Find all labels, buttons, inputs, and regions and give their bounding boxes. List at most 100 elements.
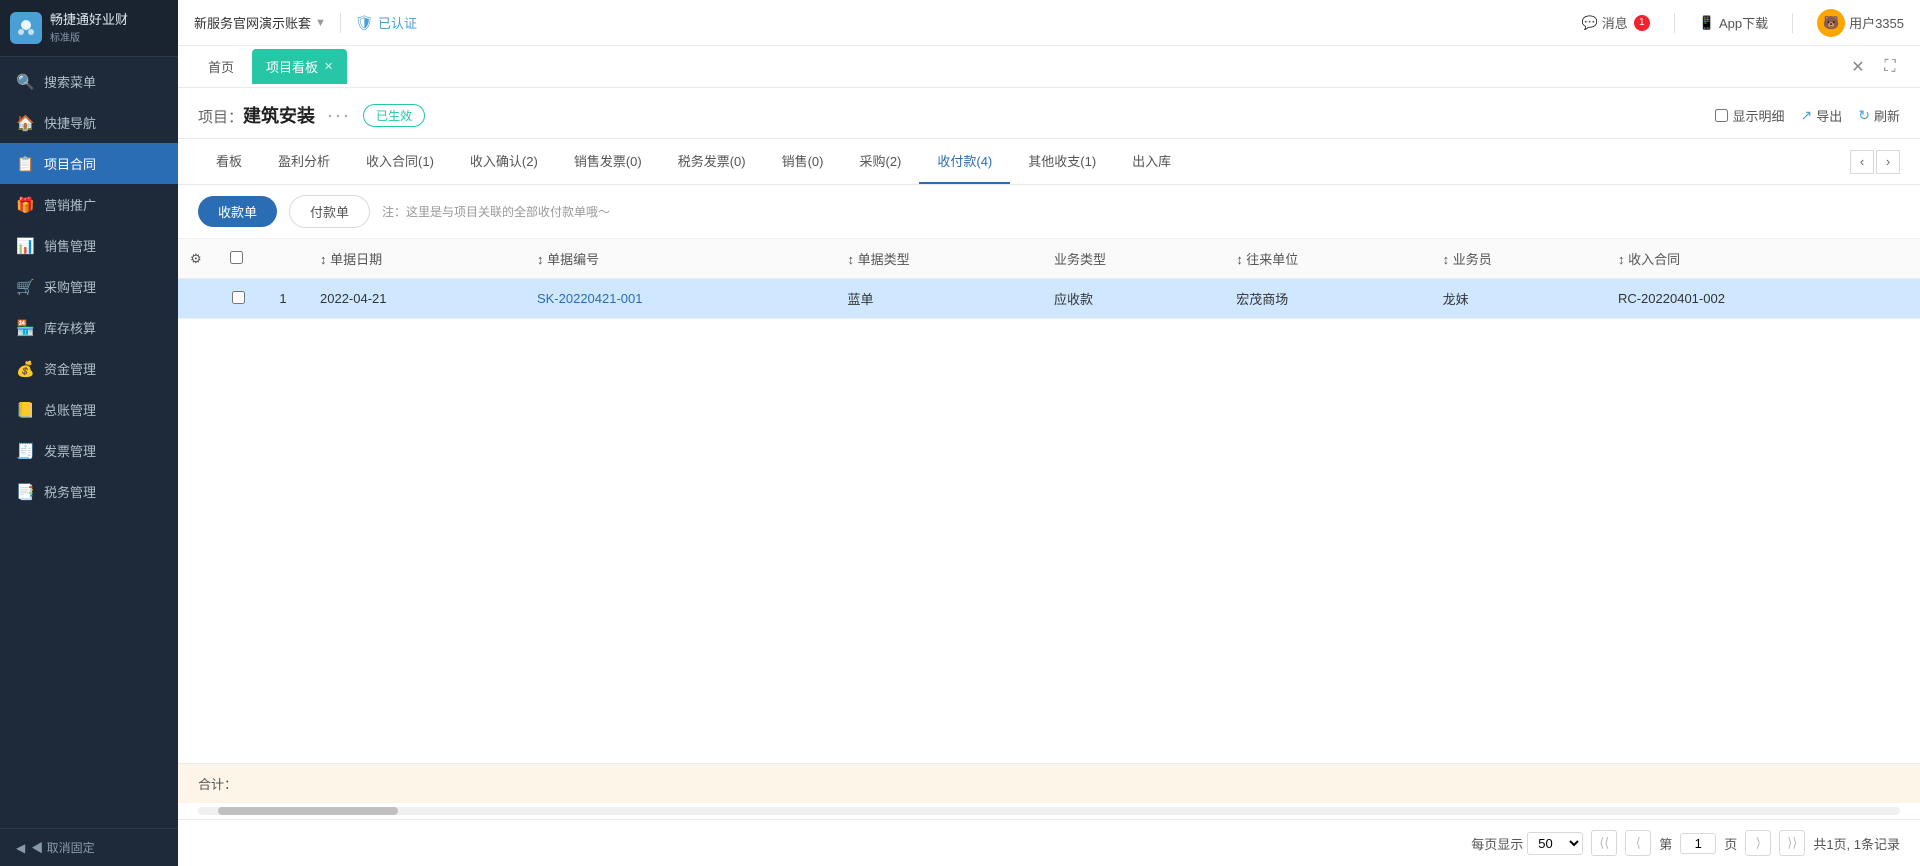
sub-tabs-next-button[interactable]: ›	[1876, 150, 1900, 174]
num-column-header	[258, 239, 308, 279]
prev-page-button[interactable]: ⟨	[1625, 830, 1651, 856]
sidebar-item-search[interactable]: 🔍 搜索菜单	[0, 61, 178, 102]
show-detail-checkbox[interactable]	[1715, 109, 1728, 122]
type-column-header[interactable]: ↕ 单据类型	[835, 239, 1041, 279]
show-detail-toggle[interactable]: 显示明细	[1715, 106, 1784, 125]
table-area: ⚙ ↕ 单据日期 ↕ 单据编号 ↕ 单据类型	[178, 239, 1920, 763]
chevron-down-icon: ▼	[315, 17, 326, 29]
sub-tab-sales[interactable]: 销售(0)	[764, 139, 842, 184]
sub-tab-receipt[interactable]: 收付款(4)	[919, 139, 1010, 184]
row-checkbox[interactable]	[232, 291, 245, 304]
sub-tab-income-contract[interactable]: 收入合同(1)	[348, 139, 452, 184]
sidebar-item-marketing[interactable]: 🎁 营销推广	[0, 184, 178, 225]
sidebar-item-funds[interactable]: 💰 资金管理	[0, 348, 178, 389]
sidebar-item-sales-mgmt[interactable]: 📊 销售管理	[0, 225, 178, 266]
sidebar-item-tax[interactable]: 📑 税务管理	[0, 471, 178, 512]
app-title: 畅捷通好业财	[50, 12, 128, 29]
close-window-button[interactable]: ✕	[1844, 53, 1872, 81]
partner-column-header[interactable]: ↕ 往来单位	[1224, 239, 1430, 279]
row-type: 蓝单	[835, 279, 1041, 319]
select-all-checkbox[interactable]	[230, 251, 243, 264]
data-table: ⚙ ↕ 单据日期 ↕ 单据编号 ↕ 单据类型	[178, 239, 1920, 319]
sub-tab-profit[interactable]: 盈利分析	[260, 139, 348, 184]
funds-icon: 💰	[16, 360, 34, 378]
export-button[interactable]: ↗ 导出	[1801, 106, 1843, 125]
sidebar-item-inventory[interactable]: 🏪 库存核算	[0, 307, 178, 348]
phone-icon: 📱	[1699, 15, 1715, 31]
sub-tab-sales-invoice[interactable]: 销售发票(0)	[556, 139, 660, 184]
first-page-button[interactable]: ⟨⟨	[1591, 830, 1617, 856]
row-checkbox-cell[interactable]	[218, 279, 258, 319]
project-title: 项目：建筑安装	[198, 102, 315, 128]
scrollbar-row	[178, 803, 1920, 819]
table-row[interactable]: 1 2022-04-21 SK-20220421-001 蓝单 应收款 宏茂商场…	[178, 279, 1920, 319]
sub-tab-purchase[interactable]: 采购(2)	[841, 139, 919, 184]
sub-tab-income-confirm[interactable]: 收入确认(2)	[452, 139, 556, 184]
header-row: ⚙ ↕ 单据日期 ↕ 单据编号 ↕ 单据类型	[178, 239, 1920, 279]
table-footer: 合计：	[178, 763, 1920, 803]
tab-home[interactable]: 首页	[194, 49, 248, 84]
date-column-header[interactable]: ↕ 单据日期	[308, 239, 525, 279]
sidebar-item-purchase-mgmt[interactable]: 🛒 采购管理	[0, 266, 178, 307]
sub-tab-inout[interactable]: 出入库	[1114, 139, 1189, 184]
income-contract-column-header[interactable]: ↕ 收入合同	[1606, 239, 1920, 279]
page-number-input[interactable]	[1680, 833, 1716, 854]
divider	[340, 13, 341, 33]
row-num: 1	[258, 279, 308, 319]
divider2	[1674, 13, 1675, 33]
message-badge: 1	[1634, 15, 1650, 31]
sidebar-item-label: 发票管理	[44, 441, 96, 460]
message-icon: 💬	[1582, 15, 1598, 31]
tax-icon: 📑	[16, 483, 34, 501]
sidebar-item-label: 总账管理	[44, 400, 96, 419]
sidebar-item-label: 采购管理	[44, 277, 96, 296]
page-label: 第	[1659, 834, 1672, 853]
last-page-button[interactable]: ⟩⟩	[1779, 830, 1805, 856]
sidebar-item-project-contract[interactable]: 📋 项目合同	[0, 143, 178, 184]
unpin-button[interactable]: ◀ ◀ 取消固定	[0, 828, 178, 866]
status-badge: 已生效	[363, 104, 425, 127]
account-selector[interactable]: 新服务官网演示账套 ▼	[194, 13, 326, 32]
user-menu[interactable]: 🐻 用户3355	[1817, 9, 1904, 37]
settings-column-header[interactable]: ⚙	[178, 239, 218, 279]
app-logo	[10, 12, 42, 44]
receipt-toggle-button[interactable]: 收款单	[198, 196, 277, 227]
message-label: 消息	[1602, 13, 1628, 32]
message-button[interactable]: 💬 消息 1	[1582, 13, 1650, 32]
sidebar-item-general-ledger[interactable]: 📒 总账管理	[0, 389, 178, 430]
sidebar-item-label: 资金管理	[44, 359, 96, 378]
sidebar-item-quicknav[interactable]: 🏠 快捷导航	[0, 102, 178, 143]
user-avatar: 🐻	[1817, 9, 1845, 37]
expand-window-button[interactable]: ⛶	[1876, 53, 1904, 81]
sidebar-header: 畅捷通好业财 标准版	[0, 0, 178, 57]
payment-toggle-button[interactable]: 付款单	[289, 195, 370, 228]
tab-project-board[interactable]: 项目看板 ✕	[252, 49, 347, 84]
row-partner: 宏茂商场	[1224, 279, 1430, 319]
row-code: SK-20220421-001	[525, 279, 836, 319]
horizontal-scrollbar[interactable]	[198, 807, 1900, 815]
toggle-bar: 收款单 付款单 注：这里是与项目关联的全部收付款单哦～	[178, 185, 1920, 239]
sub-tab-board[interactable]: 看板	[198, 139, 260, 184]
close-icon[interactable]: ✕	[324, 60, 333, 73]
scrollbar-thumb[interactable]	[218, 807, 398, 815]
code-column-header[interactable]: ↕ 单据编号	[525, 239, 836, 279]
app-download-button[interactable]: 📱 App下载	[1699, 13, 1768, 32]
refresh-button[interactable]: ↻ 刷新	[1858, 106, 1900, 125]
row-code-link[interactable]: SK-20220421-001	[537, 291, 643, 306]
project-header-actions: 显示明细 ↗ 导出 ↻ 刷新	[1715, 106, 1900, 125]
sub-tabs-prev-button[interactable]: ‹	[1850, 150, 1874, 174]
export-label: 导出	[1816, 106, 1842, 125]
per-page-select[interactable]: 50 100 200	[1527, 832, 1583, 855]
sub-tab-other-expense[interactable]: 其他收支(1)	[1010, 139, 1114, 184]
biz-type-column-header: 业务类型	[1042, 239, 1224, 279]
unpin-label: ◀ 取消固定	[31, 839, 94, 856]
sidebar-item-invoice[interactable]: 🧾 发票管理	[0, 430, 178, 471]
content-area: 项目：建筑安装 ··· 已生效 显示明细 ↗ 导出 ↻ 刷新 看板盈利分析	[178, 88, 1920, 866]
page-unit: 页	[1724, 834, 1737, 853]
next-page-button[interactable]: ⟩	[1745, 830, 1771, 856]
sub-tab-tax-invoice[interactable]: 税务发票(0)	[660, 139, 764, 184]
salesperson-column-header[interactable]: ↕ 业务员	[1431, 239, 1606, 279]
more-options-button[interactable]: ···	[327, 105, 351, 126]
project-header: 项目：建筑安装 ··· 已生效 显示明细 ↗ 导出 ↻ 刷新	[178, 88, 1920, 139]
row-biz-type: 应收款	[1042, 279, 1224, 319]
